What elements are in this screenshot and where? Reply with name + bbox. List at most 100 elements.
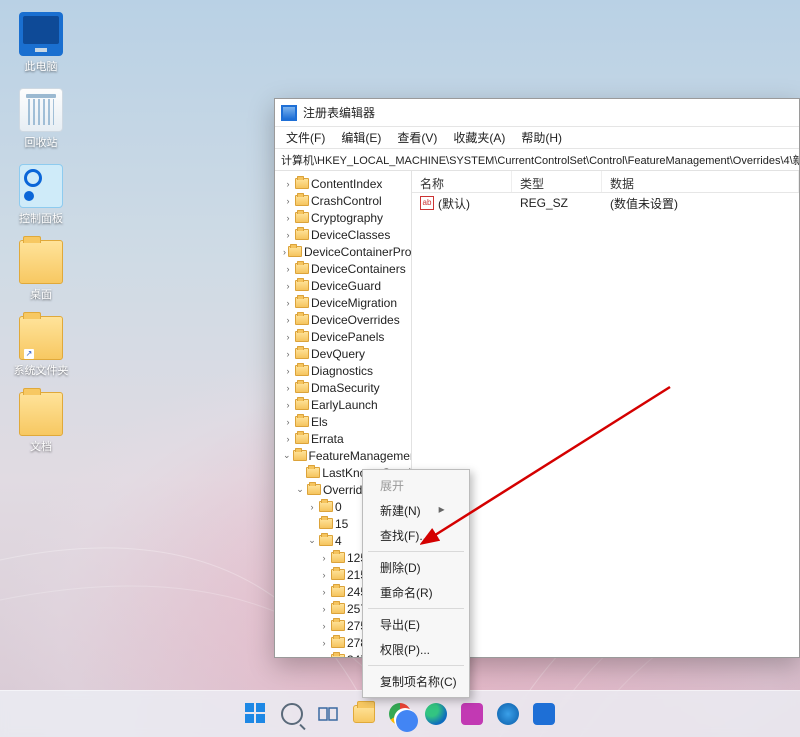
folder-icon — [319, 518, 333, 529]
address-bar[interactable]: 计算机\HKEY_LOCAL_MACHINE\SYSTEM\CurrentCon… — [275, 149, 799, 171]
value-row-default[interactable]: (默认) REG_SZ (数值未设置) — [412, 193, 799, 213]
tree-node[interactable]: ›Errata — [275, 430, 411, 447]
col-name[interactable]: 名称 — [412, 171, 512, 192]
ctx-permissions[interactable]: 权限(P)... — [366, 637, 466, 662]
tree-node[interactable]: ›Els — [275, 413, 411, 430]
tree-node[interactable]: ›Cryptography — [275, 209, 411, 226]
col-data[interactable]: 数据 — [602, 171, 799, 192]
folder-icon — [295, 263, 309, 274]
taskbar-chrome[interactable] — [387, 701, 413, 727]
folder-icon — [331, 586, 345, 597]
menu-favorites[interactable]: 收藏夹(A) — [446, 127, 512, 148]
ctx-find[interactable]: 查找(F)... — [366, 523, 466, 548]
value-data: (数值未设置) — [602, 193, 799, 214]
folder-icon — [295, 382, 309, 393]
client-area: ›ContentIndex›CrashControl›Cryptography›… — [275, 171, 799, 657]
menu-edit[interactable]: 编辑(E) — [334, 127, 388, 148]
taskbar-edge[interactable] — [423, 701, 449, 727]
values-pane[interactable]: 名称 类型 数据 (默认) REG_SZ (数值未设置) — [412, 171, 799, 657]
desktop-icon-recycle-bin[interactable]: 回收站 — [6, 88, 76, 150]
tree-node[interactable]: ›DevQuery — [275, 345, 411, 362]
tree-node[interactable]: ›DeviceGuard — [275, 277, 411, 294]
tree-node[interactable]: ›DeviceClasses — [275, 226, 411, 243]
taskbar-app-2[interactable] — [531, 701, 557, 727]
windows-logo-icon — [245, 703, 267, 725]
folder-icon — [319, 535, 333, 546]
menu-help[interactable]: 帮助(H) — [514, 127, 569, 148]
regedit-icon — [281, 105, 297, 121]
folder-icon — [19, 316, 63, 360]
tree-node[interactable]: ›DeviceMigration — [275, 294, 411, 311]
folder-icon — [353, 705, 375, 723]
taskbar-search-button[interactable] — [279, 701, 305, 727]
folder-icon — [295, 212, 309, 223]
string-value-icon — [420, 196, 434, 210]
tree-node[interactable]: ›Diagnostics — [275, 362, 411, 379]
desktop-icon-folder-docs[interactable]: 文档 — [6, 392, 76, 454]
folder-icon — [295, 331, 309, 342]
folder-icon — [307, 484, 321, 495]
folder-icon — [331, 637, 345, 648]
value-name: (默认) — [438, 195, 470, 212]
tree-node[interactable]: ›EarlyLaunch — [275, 396, 411, 413]
folder-icon — [295, 297, 309, 308]
folder-icon — [331, 654, 345, 657]
folder-icon — [319, 501, 333, 512]
separator — [368, 665, 464, 666]
taskbar-file-explorer[interactable] — [351, 701, 377, 727]
desktop: 此电脑 回收站 控制面板 桌面 系统文件夹 文档 注册表编辑器 文件(F — [0, 0, 800, 737]
desktop-icon-control-panel[interactable]: 控制面板 — [6, 164, 76, 226]
folder-icon — [295, 416, 309, 427]
desktop-icon-label: 控制面板 — [6, 210, 76, 226]
desktop-icon-folder-sys[interactable]: 系统文件夹 — [6, 316, 76, 378]
tree-node[interactable]: ›ContentIndex — [275, 175, 411, 192]
settings-icon — [497, 703, 519, 725]
titlebar[interactable]: 注册表编辑器 — [275, 99, 799, 127]
separator — [368, 551, 464, 552]
folder-icon — [288, 246, 302, 257]
desktop-icons: 此电脑 回收站 控制面板 桌面 系统文件夹 文档 — [6, 12, 76, 468]
tree-node[interactable]: ›DeviceContainerPropertyUpda — [275, 243, 411, 260]
tree-node[interactable]: ›DeviceContainers — [275, 260, 411, 277]
edge-icon — [425, 703, 447, 725]
folder-icon — [331, 569, 345, 580]
folder-icon — [331, 603, 345, 614]
tree-node[interactable]: ›DevicePanels — [275, 328, 411, 345]
taskbar-app-1[interactable] — [459, 701, 485, 727]
separator — [368, 608, 464, 609]
value-type: REG_SZ — [512, 194, 602, 212]
ctx-new[interactable]: 新建(N)▸ — [366, 498, 466, 523]
col-type[interactable]: 类型 — [512, 171, 602, 192]
folder-icon — [19, 392, 63, 436]
taskbar-settings[interactable] — [495, 701, 521, 727]
ctx-rename[interactable]: 重命名(R) — [366, 580, 466, 605]
folder-icon — [295, 178, 309, 189]
folder-icon — [295, 365, 309, 376]
desktop-icon-label: 回收站 — [6, 134, 76, 150]
folder-icon — [306, 467, 320, 478]
task-view-icon — [317, 703, 339, 725]
window-title: 注册表编辑器 — [303, 104, 375, 121]
desktop-icon-label: 桌面 — [6, 286, 76, 302]
ctx-export[interactable]: 导出(E) — [366, 612, 466, 637]
desktop-icon-label: 系统文件夹 — [6, 362, 76, 378]
tree-node[interactable]: ›DmaSecurity — [275, 379, 411, 396]
app-icon — [461, 703, 483, 725]
desktop-icon-folder-desk[interactable]: 桌面 — [6, 240, 76, 302]
menu-view[interactable]: 查看(V) — [390, 127, 444, 148]
tree-node[interactable]: ›DeviceOverrides — [275, 311, 411, 328]
ctx-copy-key-name[interactable]: 复制项名称(C) — [366, 669, 466, 694]
folder-icon — [295, 314, 309, 325]
tree-node[interactable]: ›CrashControl — [275, 192, 411, 209]
folder-icon — [295, 433, 309, 444]
desktop-icon-label: 文档 — [6, 438, 76, 454]
folder-icon — [331, 552, 345, 563]
menu-file[interactable]: 文件(F) — [279, 127, 332, 148]
desktop-icon-this-pc[interactable]: 此电脑 — [6, 12, 76, 74]
app-icon — [533, 703, 555, 725]
tree-node[interactable]: ⌄FeatureManagement — [275, 447, 411, 464]
folder-icon — [295, 280, 309, 291]
ctx-delete[interactable]: 删除(D) — [366, 555, 466, 580]
taskbar-task-view[interactable] — [315, 701, 341, 727]
taskbar-start-button[interactable] — [243, 701, 269, 727]
